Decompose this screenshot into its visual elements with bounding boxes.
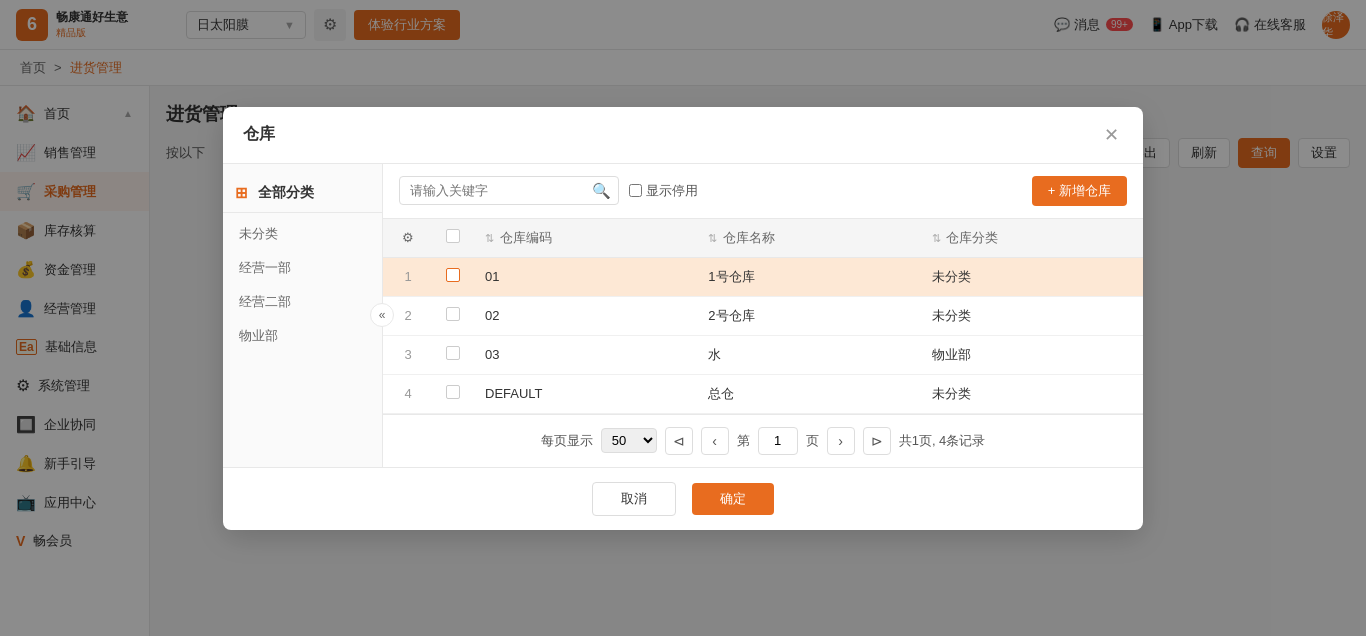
last-page-button[interactable]: ⊳ <box>863 427 891 455</box>
search-icon[interactable]: 🔍 <box>592 182 611 200</box>
row-code: 03 <box>473 335 696 374</box>
per-page-select[interactable]: 50 20 100 <box>601 428 657 453</box>
modal-header: 仓库 ✕ <box>223 107 1143 164</box>
warehouse-table-wrap: ⚙ ⇅ 仓库编码 ⇅ <box>383 219 1143 414</box>
th-warehouse-code: ⇅ 仓库编码 <box>473 219 696 258</box>
row-num: 3 <box>383 335 433 374</box>
page-input[interactable] <box>758 427 798 455</box>
sort-icon-code: ⇅ <box>485 232 494 244</box>
page-suffix: 页 <box>806 432 819 450</box>
pagination: 每页显示 50 20 100 ⊲ ‹ 第 页 › ⊳ 共1页, 4条记录 <box>383 414 1143 467</box>
row-checkbox[interactable] <box>446 307 460 321</box>
row-checkbox[interactable] <box>446 385 460 399</box>
total-info: 共1页, 4条记录 <box>899 432 986 450</box>
show-disabled-label[interactable]: 显示停用 <box>629 182 698 200</box>
table-header-row: ⚙ ⇅ 仓库编码 ⇅ <box>383 219 1143 258</box>
table-row[interactable]: 1 01 1号仓库 未分类 <box>383 257 1143 296</box>
th-warehouse-category: ⇅ 仓库分类 <box>920 219 1143 258</box>
sort-icon-category: ⇅ <box>932 232 941 244</box>
row-checkbox-cell <box>433 335 473 374</box>
sidebar-cat-dept1[interactable]: 经营一部 <box>223 251 382 285</box>
sort-icon-name: ⇅ <box>708 232 717 244</box>
modal-body: ⊞ 全部分类 未分类 经营一部 经营二部 物业部 « 🔍 <box>223 164 1143 467</box>
per-page-label: 每页显示 <box>541 432 593 450</box>
search-input[interactable] <box>399 176 619 205</box>
prev-page-button[interactable]: ‹ <box>701 427 729 455</box>
row-checkbox-cell <box>433 257 473 296</box>
row-category: 物业部 <box>920 335 1143 374</box>
table-row[interactable]: 3 03 水 物业部 <box>383 335 1143 374</box>
modal-title: 仓库 <box>243 124 275 145</box>
page-label: 第 <box>737 432 750 450</box>
modal-footer: 取消 确定 <box>223 467 1143 530</box>
modal-sidebar-header: ⊞ 全部分类 <box>223 176 382 213</box>
row-code: DEFAULT <box>473 374 696 413</box>
row-num: 4 <box>383 374 433 413</box>
search-input-wrap: 🔍 <box>399 176 619 205</box>
sidebar-cat-unclassified[interactable]: 未分类 <box>223 217 382 251</box>
sidebar-cat-property[interactable]: 物业部 <box>223 319 382 353</box>
grid-icon: ⊞ <box>235 184 248 202</box>
warehouse-table: ⚙ ⇅ 仓库编码 ⇅ <box>383 219 1143 414</box>
cancel-button[interactable]: 取消 <box>592 482 676 516</box>
new-warehouse-button[interactable]: + 新增仓库 <box>1032 176 1127 206</box>
modal-overlay: 仓库 ✕ ⊞ 全部分类 未分类 经营一部 经营二部 物业部 « <box>0 0 1366 636</box>
row-name: 2号仓库 <box>696 296 919 335</box>
confirm-button[interactable]: 确定 <box>692 483 774 515</box>
first-page-button[interactable]: ⊲ <box>665 427 693 455</box>
show-disabled-checkbox[interactable] <box>629 184 642 197</box>
table-row[interactable]: 2 02 2号仓库 未分类 <box>383 296 1143 335</box>
select-all-checkbox[interactable] <box>446 229 460 243</box>
th-gear: ⚙ <box>383 219 433 258</box>
row-name: 总仓 <box>696 374 919 413</box>
row-code: 02 <box>473 296 696 335</box>
row-category: 未分类 <box>920 374 1143 413</box>
modal-search-bar: 🔍 显示停用 + 新增仓库 <box>383 164 1143 219</box>
modal-sidebar: ⊞ 全部分类 未分类 经营一部 经营二部 物业部 « <box>223 164 383 467</box>
row-category: 未分类 <box>920 296 1143 335</box>
row-name: 水 <box>696 335 919 374</box>
modal-close-button[interactable]: ✕ <box>1099 123 1123 147</box>
row-category: 未分类 <box>920 257 1143 296</box>
row-checkbox[interactable] <box>446 346 460 360</box>
th-checkbox <box>433 219 473 258</box>
table-row[interactable]: 4 DEFAULT 总仓 未分类 <box>383 374 1143 413</box>
row-name: 1号仓库 <box>696 257 919 296</box>
sidebar-collapse-button[interactable]: « <box>370 303 394 327</box>
row-checkbox-cell <box>433 296 473 335</box>
warehouse-modal: 仓库 ✕ ⊞ 全部分类 未分类 经营一部 经营二部 物业部 « <box>223 107 1143 530</box>
sidebar-cat-dept2[interactable]: 经营二部 <box>223 285 382 319</box>
th-warehouse-name: ⇅ 仓库名称 <box>696 219 919 258</box>
row-code: 01 <box>473 257 696 296</box>
row-num: 1 <box>383 257 433 296</box>
modal-main: 🔍 显示停用 + 新增仓库 ⚙ <box>383 164 1143 467</box>
row-checkbox-cell <box>433 374 473 413</box>
gear-th-icon: ⚙ <box>402 230 414 245</box>
row-checkbox[interactable] <box>446 268 460 282</box>
next-page-button[interactable]: › <box>827 427 855 455</box>
